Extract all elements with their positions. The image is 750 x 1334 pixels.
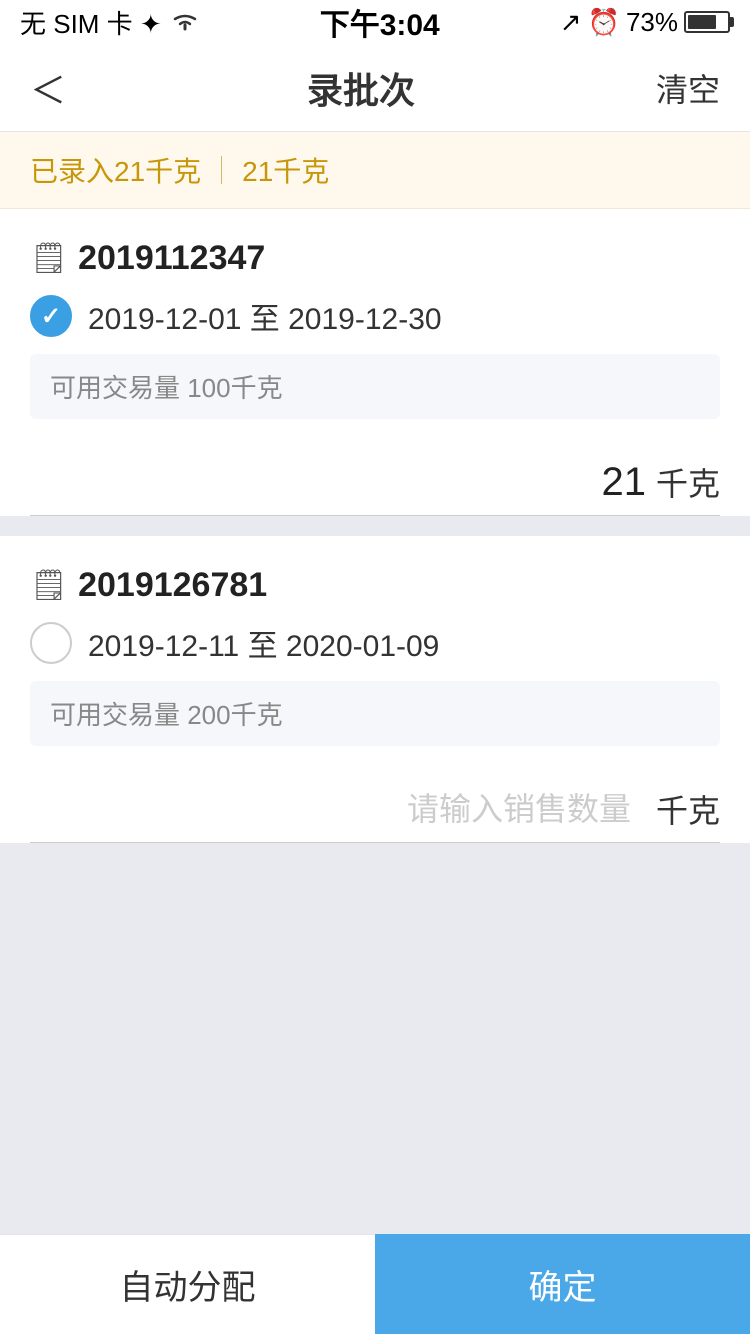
auto-distribute-button[interactable]: 自动分配 (0, 1234, 375, 1334)
nav-bar: ＜ 录批次 清空 (0, 44, 750, 132)
batch2-date: 2019-12-11 至 2020-01-09 (88, 621, 439, 665)
batch1-header: 🗒 2019112347 (30, 239, 720, 278)
batch1-avail-box: 可用交易量 100千克 (30, 354, 720, 419)
batch1-date: 2019-12-01 至 2019-12-30 (88, 294, 442, 338)
batch1-quantity-row: 21 千克 (30, 439, 720, 515)
recorded-amount: 已录入21千克 (30, 150, 201, 190)
batch1-date-row: 2019-12-01 至 2019-12-30 (30, 294, 720, 338)
status-right: ↗ ⏰ 73% (560, 7, 730, 38)
batch2-icon: 🗒 (30, 568, 68, 603)
batch2-radio[interactable] (30, 622, 72, 664)
confirm-label: 确定 (529, 1260, 597, 1309)
total-amount: 21千克 (242, 150, 329, 190)
info-divider (221, 156, 222, 184)
info-banner: 已录入21千克 21千克 (0, 132, 750, 209)
batch1-radio[interactable] (30, 295, 72, 337)
batch1-qty-value: 21 (601, 460, 646, 505)
batch2-number: 2019126781 (78, 566, 267, 605)
batch2-qty-unit: 千克 (656, 786, 720, 832)
batch2-avail-box: 可用交易量 200千克 (30, 681, 720, 746)
batch-card-1: 🗒 2019112347 2019-12-01 至 2019-12-30 可用交… (0, 209, 750, 516)
batch2-date-row: 2019-12-11 至 2020-01-09 (30, 621, 720, 665)
batch-card-2: 🗒 2019126781 2019-12-11 至 2020-01-09 可用交… (0, 536, 750, 843)
footer: 自动分配 确定 (0, 1234, 750, 1334)
location-icon: ↗ (560, 7, 582, 38)
batch2-qty-input[interactable] (346, 791, 646, 828)
section-divider-1 (0, 516, 750, 536)
sim-text: 无 SIM 卡 ✦ (20, 4, 162, 41)
back-button[interactable]: ＜ (30, 62, 66, 114)
clear-button[interactable]: 清空 (656, 65, 720, 111)
page-title: 录批次 (307, 62, 415, 114)
batch1-icon: 🗒 (30, 241, 68, 276)
wifi-icon (170, 11, 200, 33)
confirm-button[interactable]: 确定 (375, 1234, 750, 1334)
batch2-input-row: 千克 (30, 766, 720, 842)
alarm-icon: ⏰ (588, 7, 620, 38)
batch1-number: 2019112347 (78, 239, 265, 278)
battery-icon (684, 11, 730, 33)
status-left: 无 SIM 卡 ✦ (20, 4, 200, 41)
batch1-qty-unit: 千克 (656, 459, 720, 505)
batch1-avail-text: 可用交易量 100千克 (50, 373, 283, 403)
battery-percent: 73% (626, 7, 678, 38)
auto-distribute-label: 自动分配 (120, 1260, 256, 1309)
section-divider-2 (0, 843, 750, 863)
batch2-header: 🗒 2019126781 (30, 566, 720, 605)
status-bar: 无 SIM 卡 ✦ 下午3:04 ↗ ⏰ 73% (0, 0, 750, 44)
status-time: 下午3:04 (320, 0, 440, 44)
batch2-avail-text: 可用交易量 200千克 (50, 700, 283, 730)
